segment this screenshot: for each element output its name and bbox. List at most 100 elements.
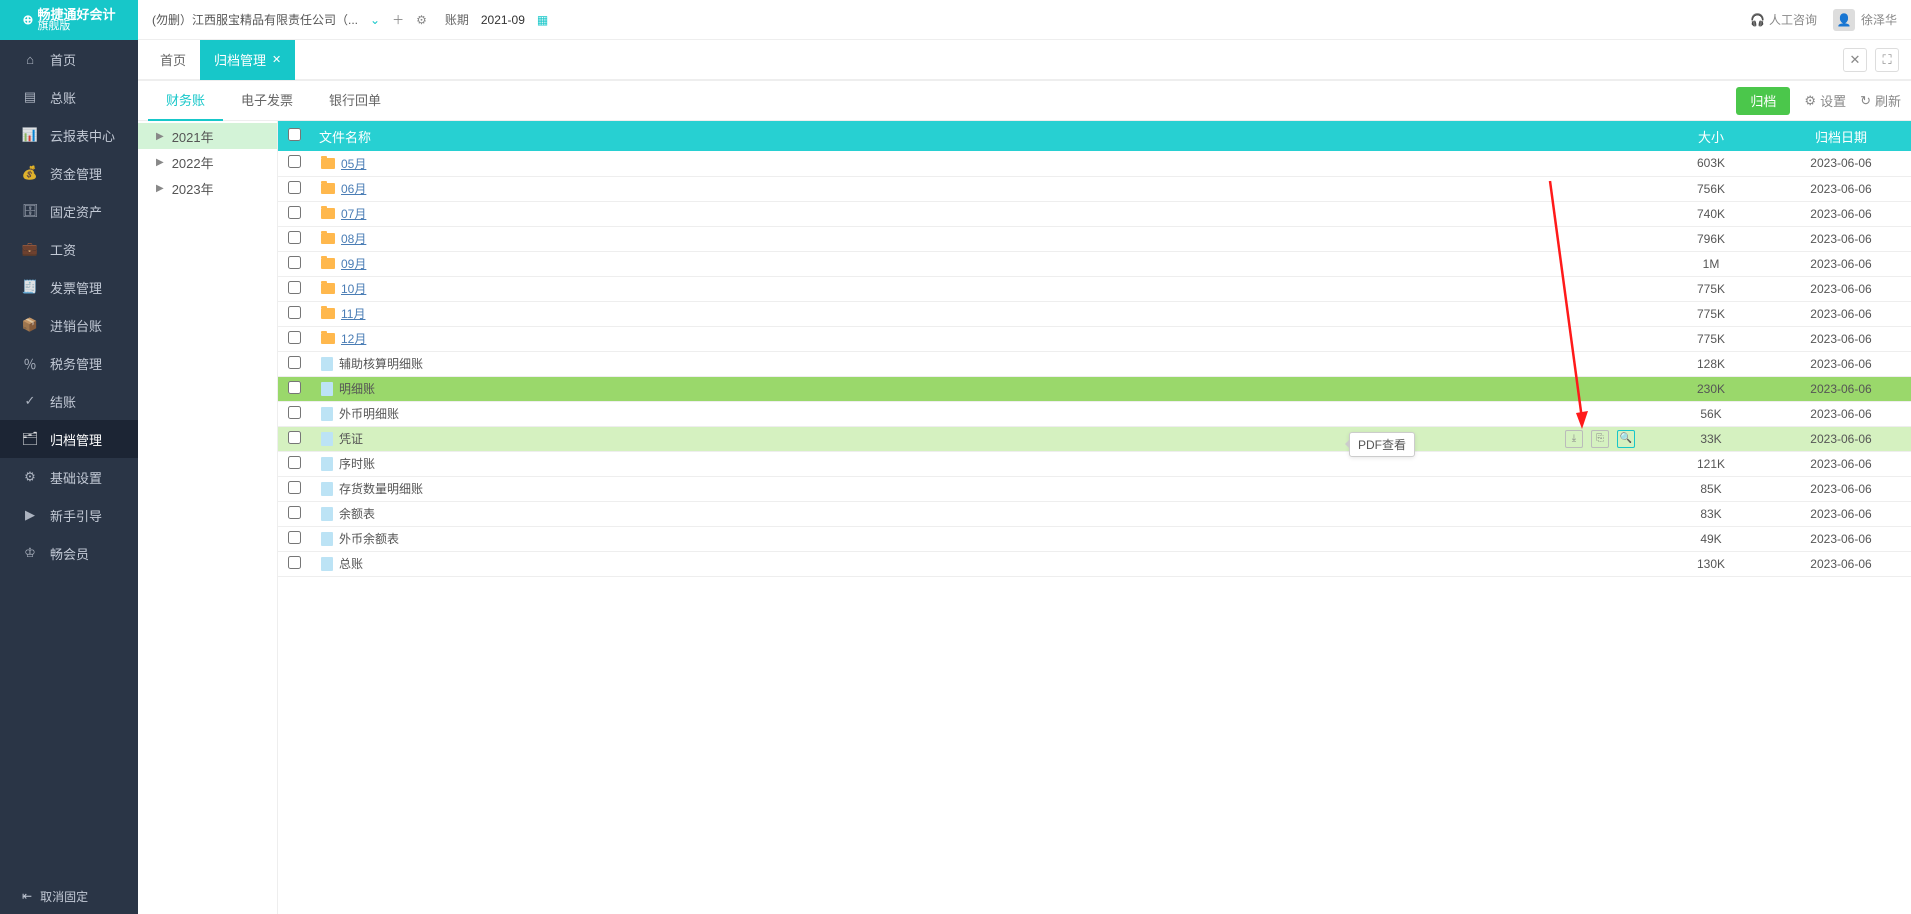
sidebar-item-label: 归档管理 — [50, 430, 102, 449]
pdf-view-icon[interactable]: 🔍 — [1617, 430, 1635, 448]
support-link[interactable]: 🎧 人工咨询 — [1750, 11, 1817, 28]
file-name-link[interactable]: 07月 — [341, 205, 366, 222]
row-checkbox[interactable] — [288, 431, 301, 444]
file-name-link[interactable]: 05月 — [341, 155, 366, 172]
home-icon: ⌂ — [22, 51, 38, 67]
select-all-checkbox[interactable] — [288, 128, 301, 141]
tab-close-button[interactable]: ✕ — [1843, 48, 1867, 72]
download-pdf-icon[interactable]: ⎘ — [1591, 430, 1609, 448]
download-xml-icon[interactable]: ⤓ — [1565, 430, 1583, 448]
sidebar-item-archive[interactable]: 🗂归档管理 — [0, 420, 138, 458]
file-name-link[interactable]: 06月 — [341, 180, 366, 197]
row-checkbox[interactable] — [288, 456, 301, 469]
row-checkbox[interactable] — [288, 231, 301, 244]
sidebar-item-ledger[interactable]: ▤总账 — [0, 78, 138, 116]
refresh-link[interactable]: ↻ 刷新 — [1860, 91, 1901, 110]
file-name: 序时账 — [339, 455, 375, 472]
file-name: 外币余额表 — [339, 530, 399, 547]
file-name-link[interactable]: 08月 — [341, 230, 366, 247]
row-checkbox[interactable] — [288, 256, 301, 269]
file-name-link[interactable]: 12月 — [341, 330, 366, 347]
file-name-link[interactable]: 11月 — [341, 305, 365, 322]
year-item[interactable]: ▶2022年 — [138, 149, 277, 175]
asset-icon: 🗄 — [22, 203, 38, 219]
settings-icon[interactable]: ⚙ — [416, 13, 427, 27]
sidebar-item-report[interactable]: 📊云报表中心 — [0, 116, 138, 154]
folder-icon — [321, 183, 335, 194]
subtab-row: 财务账电子发票银行回单 归档 ⚙ 设置 ↻ 刷新 — [138, 81, 1911, 121]
archive-date: 2023-06-06 — [1771, 201, 1911, 226]
add-icon[interactable]: ＋ — [392, 11, 404, 28]
sidebar-item-asset[interactable]: 🗄固定资产 — [0, 192, 138, 230]
subtab[interactable]: 电子发票 — [223, 81, 311, 121]
sidebar-item-close[interactable]: ✓结账 — [0, 382, 138, 420]
sidebar-item-label: 畅会员 — [50, 544, 89, 563]
period-value[interactable]: 2021-09 — [481, 13, 525, 27]
fund-icon: 💰 — [22, 165, 38, 181]
company-name[interactable]: (勿删）江西服宝精品有限责任公司（... — [152, 11, 358, 28]
row-checkbox[interactable] — [288, 281, 301, 294]
fullscreen-button[interactable]: ⛶ — [1875, 48, 1899, 72]
user-block[interactable]: 👤 徐泽华 — [1833, 9, 1897, 31]
row-checkbox[interactable] — [288, 506, 301, 519]
sidebar-item-label: 首页 — [50, 50, 76, 69]
file-size: 796K — [1651, 226, 1771, 251]
sidebar-item-salary[interactable]: 💼工资 — [0, 230, 138, 268]
sidebar-item-stock[interactable]: 📦进销台账 — [0, 306, 138, 344]
tab-label: 归档管理 — [214, 50, 266, 69]
period-label: 账期 — [445, 11, 469, 28]
year-label: 2021年 — [172, 127, 214, 146]
sidebar-item-tax[interactable]: ％税务管理 — [0, 344, 138, 382]
sidebar-item-label: 云报表中心 — [50, 126, 115, 145]
row-checkbox[interactable] — [288, 381, 301, 394]
row-checkbox[interactable] — [288, 331, 301, 344]
gear-icon: ⚙ — [1804, 93, 1816, 109]
archive-button[interactable]: 归档 — [1736, 87, 1790, 115]
tab-close-icon[interactable]: ✕ — [272, 53, 281, 66]
file-size: 230K — [1651, 376, 1771, 401]
archive-date: 2023-06-06 — [1771, 226, 1911, 251]
row-checkbox[interactable] — [288, 206, 301, 219]
row-checkbox[interactable] — [288, 155, 301, 168]
file-name: 外币明细账 — [339, 405, 399, 422]
row-checkbox[interactable] — [288, 481, 301, 494]
sidebar-item-fund[interactable]: 💰资金管理 — [0, 154, 138, 192]
row-checkbox[interactable] — [288, 181, 301, 194]
file-icon — [321, 357, 333, 371]
archive-date: 2023-06-06 — [1771, 301, 1911, 326]
file-name-link[interactable]: 10月 — [341, 280, 366, 297]
logo-edition: 旗舰版 — [37, 21, 115, 32]
year-item[interactable]: ▶2023年 — [138, 175, 277, 201]
row-checkbox[interactable] — [288, 556, 301, 569]
settings-link[interactable]: ⚙ 设置 — [1804, 91, 1846, 110]
archive-date: 2023-06-06 — [1771, 351, 1911, 376]
file-name-link[interactable]: 09月 — [341, 255, 366, 272]
sidebar-item-home[interactable]: ⌂ 首页 — [0, 40, 138, 78]
archive-date: 2023-06-06 — [1771, 501, 1911, 526]
row-checkbox[interactable] — [288, 306, 301, 319]
archive-date: 2023-06-06 — [1771, 476, 1911, 501]
sidebar-item-label: 结账 — [50, 392, 76, 411]
file-size: 33K — [1651, 426, 1771, 451]
row-checkbox[interactable] — [288, 406, 301, 419]
tab[interactable]: 首页 — [146, 40, 200, 80]
sidebar-item-member[interactable]: ♔畅会员 — [0, 534, 138, 572]
archive-date: 2023-06-06 — [1771, 551, 1911, 576]
subtab[interactable]: 银行回单 — [311, 81, 399, 121]
archive-date: 2023-06-06 — [1771, 526, 1911, 551]
sidebar-item-invoice[interactable]: 🧾发票管理 — [0, 268, 138, 306]
side-menu: ⌂ 首页 ▤总账📊云报表中心💰资金管理🗄固定资产💼工资🧾发票管理📦进销台账％税务管理… — [0, 40, 138, 878]
table-row: 序时账 121K 2023-06-06 — [278, 451, 1911, 476]
sidebar-item-guide[interactable]: ▶新手引导 — [0, 496, 138, 534]
row-checkbox[interactable] — [288, 356, 301, 369]
calendar-icon[interactable]: ▦ — [537, 13, 548, 27]
sidebar-unpin[interactable]: ⇤ 取消固定 — [0, 878, 138, 914]
refresh-icon: ↻ — [1860, 93, 1871, 109]
sidebar-item-settings[interactable]: ⚙基础设置 — [0, 458, 138, 496]
row-checkbox[interactable] — [288, 531, 301, 544]
archive-date: 2023-06-06 — [1771, 276, 1911, 301]
company-chevron-icon[interactable]: ⌄ — [370, 13, 380, 27]
year-item[interactable]: ▶2021年 — [138, 123, 277, 149]
subtab[interactable]: 财务账 — [148, 81, 223, 121]
tab[interactable]: 归档管理 ✕ — [200, 40, 295, 80]
